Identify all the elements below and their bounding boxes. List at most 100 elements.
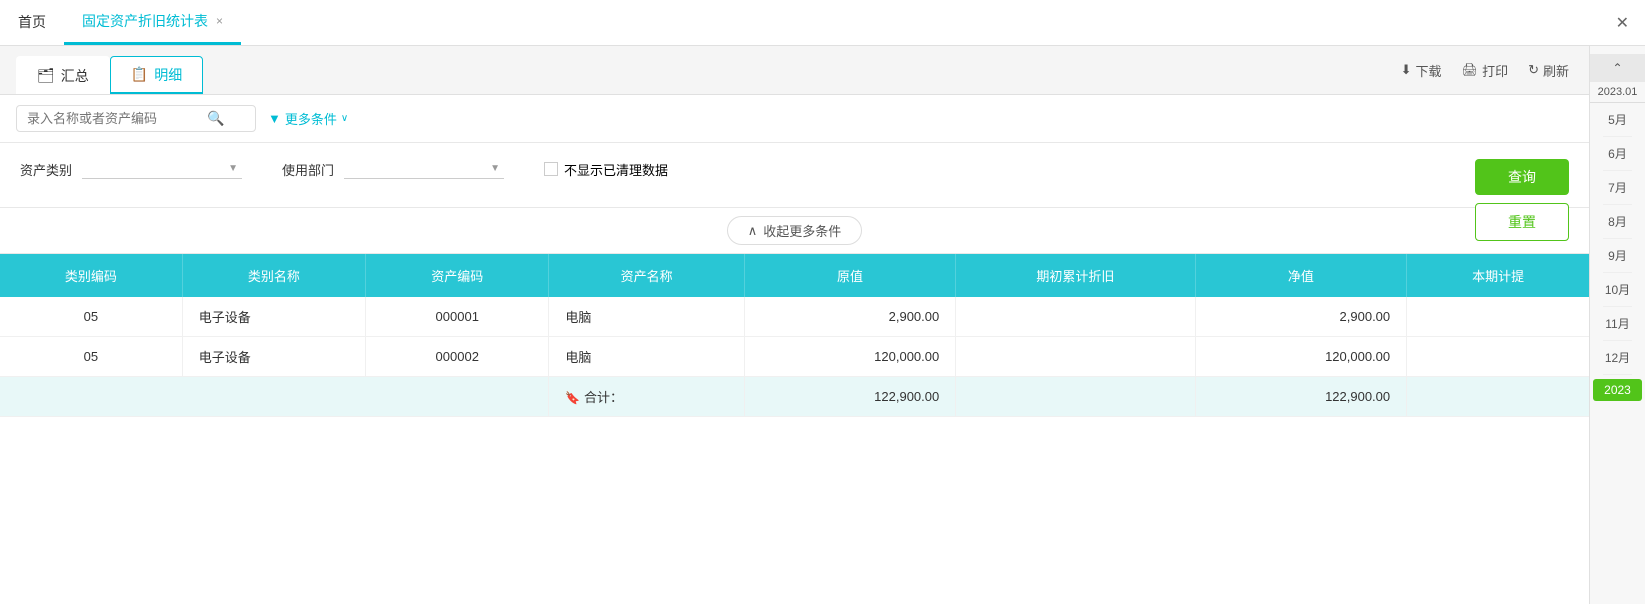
filter-asset-category: 资产类别 ▼ <box>20 159 242 179</box>
chevron-down-icon: ∨ <box>341 113 348 124</box>
subtab-summary-label: 汇总 <box>61 66 89 86</box>
filter-icon: ▼ <box>268 111 281 126</box>
filter-department: 使用部门 ▼ <box>282 159 504 179</box>
year-badge: 2023 <box>1593 379 1643 401</box>
hide-cleared-checkbox[interactable] <box>544 162 558 176</box>
col-initial-depreciation: 期初累计折旧 <box>956 254 1195 297</box>
sidebar-month-item[interactable]: 9月 <box>1603 239 1632 273</box>
sidebar-month-item[interactable]: 8月 <box>1603 205 1632 239</box>
col-category-code: 类别编码 <box>0 254 182 297</box>
query-button[interactable]: 查询 <box>1475 159 1569 195</box>
sidebar-month-item[interactable]: 6月 <box>1603 137 1632 171</box>
refresh-label: 刷新 <box>1543 61 1569 80</box>
search-input[interactable] <box>27 111 207 126</box>
sidebar-month-item[interactable]: 12月 <box>1603 341 1632 375</box>
detail-icon: 📋 <box>131 66 148 83</box>
cell-current-period <box>1407 297 1589 337</box>
col-category-name: 类别名称 <box>182 254 365 297</box>
download-icon: ⬇ <box>1401 62 1412 78</box>
print-label: 打印 <box>1482 61 1508 80</box>
download-button[interactable]: ⬇ 下载 <box>1401 61 1442 80</box>
col-asset-code: 资产编码 <box>366 254 549 297</box>
tab-home-label: 首页 <box>18 12 46 32</box>
more-conditions-button[interactable]: ▼ 更多条件 ∨ <box>268 109 348 128</box>
tab-close-icon[interactable]: × <box>216 14 223 28</box>
window-close-button[interactable]: ✕ <box>1616 13 1629 33</box>
table-row: 05 电子设备 000002 电脑 120,000.00 120,000.00 <box>0 337 1589 377</box>
col-net-value: 净值 <box>1195 254 1407 297</box>
tab-active[interactable]: 固定资产折旧统计表 × <box>64 0 241 45</box>
subtab-detail-label: 明细 <box>154 65 182 85</box>
total-initial-depreciation <box>956 377 1195 417</box>
tab-home[interactable]: 首页 <box>0 0 64 45</box>
total-row: 🔖 合计： 122,900.00 122,900.00 <box>0 377 1589 417</box>
department-arrow: ▼ <box>490 163 500 174</box>
cell-original-value: 120,000.00 <box>744 337 956 377</box>
right-sidebar: ⌃ 2023.01 5月6月7月8月9月10月11月12月 2023 <box>1589 46 1645 604</box>
total-label-cell <box>0 377 549 417</box>
collapse-label: 收起更多条件 <box>763 221 841 240</box>
asset-category-select[interactable]: ▼ <box>82 159 242 179</box>
hide-cleared-label: 不显示已清理数据 <box>564 160 668 179</box>
cell-net-value: 2,900.00 <box>1195 297 1407 337</box>
subtab-detail[interactable]: 📋 明细 <box>110 56 203 94</box>
sidebar-month-item[interactable]: 5月 <box>1603 103 1632 137</box>
collapse-button[interactable]: ∧ 收起更多条件 <box>727 216 863 245</box>
total-current-period <box>1407 377 1589 417</box>
cell-initial-depreciation <box>956 297 1195 337</box>
current-period-label: 2023.01 <box>1590 82 1645 103</box>
main-content: 🗂 汇总 📋 明细 ⬇ 下载 🖨 打印 ↻ <box>0 46 1645 604</box>
filter-panel: 资产类别 ▼ 使用部门 ▼ 不显示已清理数据 <box>0 143 1589 208</box>
search-bar: 🔍 ▼ 更多条件 ∨ <box>0 95 1589 143</box>
tab-bar: 首页 固定资产折旧统计表 × ✕ <box>0 0 1645 46</box>
refresh-icon: ↻ <box>1528 62 1539 78</box>
subtab-summary[interactable]: 🗂 汇总 <box>16 56 110 94</box>
data-table: 类别编码 类别名称 资产编码 资产名称 原值 期初累计折旧 净值 本期计提 05… <box>0 254 1589 417</box>
col-current-period: 本期计提 <box>1407 254 1589 297</box>
print-button[interactable]: 🖨 打印 <box>1462 61 1509 80</box>
table-container: 类别编码 类别名称 资产编码 资产名称 原值 期初累计折旧 净值 本期计提 05… <box>0 254 1589 604</box>
refresh-button[interactable]: ↻ 刷新 <box>1528 61 1569 80</box>
cell-category-code: 05 <box>0 337 182 377</box>
department-select[interactable]: ▼ <box>344 159 504 179</box>
sidebar-month-item[interactable]: 10月 <box>1603 273 1632 307</box>
hide-cleared-checkbox-item: 不显示已清理数据 <box>544 160 668 179</box>
sidebar-month-item[interactable]: 7月 <box>1603 171 1632 205</box>
left-panel: 🗂 汇总 📋 明细 ⬇ 下载 🖨 打印 ↻ <box>0 46 1589 604</box>
action-buttons: 查询 重置 <box>1475 159 1569 241</box>
sidebar-months: 5月6月7月8月9月10月11月12月 <box>1603 103 1632 375</box>
cell-asset-name: 电脑 <box>549 297 744 337</box>
department-label: 使用部门 <box>282 160 334 179</box>
summary-icon: 🗂 <box>37 67 55 84</box>
chevron-up-icon: ⌃ <box>1612 61 1622 75</box>
toolbar-actions: ⬇ 下载 🖨 打印 ↻ 刷新 <box>1401 46 1589 94</box>
search-icon[interactable]: 🔍 <box>207 110 224 127</box>
asset-category-label: 资产类别 <box>20 160 72 179</box>
print-icon: 🖨 <box>1462 62 1479 78</box>
cell-asset-code: 000001 <box>366 297 549 337</box>
tab-active-label: 固定资产折旧统计表 <box>82 11 208 31</box>
cell-asset-name: 电脑 <box>549 337 744 377</box>
total-original-value: 122,900.00 <box>744 377 956 417</box>
col-asset-name: 资产名称 <box>549 254 744 297</box>
total-label: 🔖 合计： <box>549 377 744 417</box>
cell-initial-depreciation <box>956 337 1195 377</box>
cell-category-name: 电子设备 <box>182 337 365 377</box>
more-conditions-label: 更多条件 <box>285 109 337 128</box>
reset-button[interactable]: 重置 <box>1475 203 1569 241</box>
table-row: 05 电子设备 000001 电脑 2,900.00 2,900.00 <box>0 297 1589 337</box>
cell-current-period <box>1407 337 1589 377</box>
cell-asset-code: 000002 <box>366 337 549 377</box>
table-header-row: 类别编码 类别名称 资产编码 资产名称 原值 期初累计折旧 净值 本期计提 <box>0 254 1589 297</box>
col-original-value: 原值 <box>744 254 956 297</box>
asset-category-arrow: ▼ <box>228 163 238 174</box>
filter-row-1: 资产类别 ▼ 使用部门 ▼ 不显示已清理数据 <box>20 159 1569 179</box>
collapse-up-icon: ∧ <box>748 223 758 239</box>
total-net-value: 122,900.00 <box>1195 377 1407 417</box>
sidebar-month-item[interactable]: 11月 <box>1603 307 1632 341</box>
cell-original-value: 2,900.00 <box>744 297 956 337</box>
period-nav-up[interactable]: ⌃ <box>1590 54 1645 82</box>
collapse-bar: ∧ 收起更多条件 <box>0 208 1589 254</box>
search-input-wrapper[interactable]: 🔍 <box>16 105 256 132</box>
download-label: 下载 <box>1416 61 1442 80</box>
